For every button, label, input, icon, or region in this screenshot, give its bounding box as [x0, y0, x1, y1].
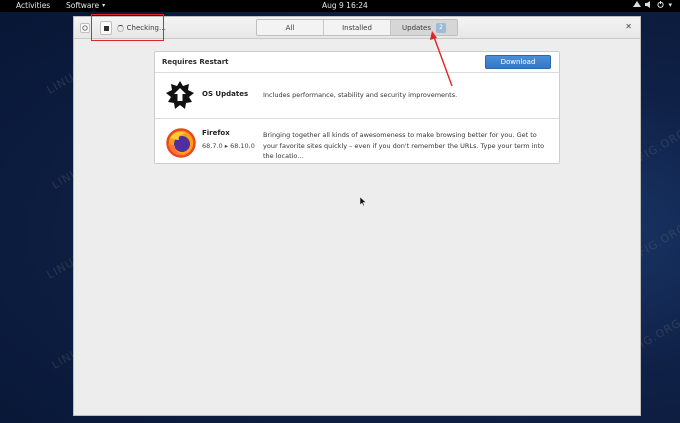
list-item[interactable]: OS Updates Includes performance, stabili… — [155, 74, 559, 119]
update-name: OS Updates — [202, 90, 249, 98]
tab-updates-label: Updates — [402, 23, 431, 32]
tab-installed[interactable]: Installed — [324, 20, 391, 35]
list-item[interactable]: Firefox 68.7.0 ▸ 68.10.0 Bringing togeth… — [155, 120, 559, 164]
update-name: Firefox — [202, 129, 230, 137]
tab-all-label: All — [285, 23, 295, 32]
app-menu-label: Software — [66, 1, 100, 10]
chevron-down-icon: ▾ — [102, 2, 106, 9]
activities-button[interactable]: Activities — [16, 1, 50, 10]
header-bar: Checking… All Installed Updates 2 ✕ — [74, 17, 640, 39]
tab-updates[interactable]: Updates 2 — [391, 20, 457, 35]
checking-status-label: Checking… — [126, 24, 166, 32]
spinner-icon — [117, 24, 124, 32]
mouse-cursor-icon — [360, 197, 367, 206]
refresh-icon — [82, 25, 88, 31]
clock[interactable]: Aug 9 16:24 — [322, 1, 368, 10]
power-icon — [657, 1, 665, 10]
update-description: Bringing together all kinds of awesomene… — [263, 131, 545, 160]
view-switcher: All Installed Updates 2 — [256, 19, 458, 36]
updates-card: Requires Restart Download OS Updates Inc… — [154, 51, 560, 164]
software-window: Checking… All Installed Updates 2 ✕ Requ… — [73, 16, 641, 416]
section-title: Requires Restart — [162, 58, 229, 66]
update-description: Includes performance, stability and secu… — [263, 91, 458, 99]
os-updates-icon — [166, 81, 194, 109]
refresh-button[interactable] — [80, 23, 90, 33]
app-menu[interactable]: Software ▾ — [66, 1, 105, 10]
updates-count-badge: 2 — [436, 22, 446, 33]
top-bar: Activities Software ▾ Aug 9 16:24 ▾ — [0, 0, 680, 12]
firefox-icon — [166, 128, 196, 158]
updates-section-header: Requires Restart Download — [155, 52, 559, 73]
chevron-down-icon: ▾ — [668, 1, 672, 9]
update-version: 68.7.0 ▸ 68.10.0 — [202, 142, 255, 150]
close-button[interactable]: ✕ — [625, 22, 632, 31]
tab-installed-label: Installed — [342, 23, 372, 32]
stop-icon — [103, 25, 109, 31]
system-status-area[interactable]: ▾ — [633, 1, 672, 10]
download-button[interactable]: Download — [485, 55, 551, 69]
close-icon: ✕ — [625, 22, 632, 31]
refresh-status: Checking… — [96, 19, 166, 37]
network-icon — [633, 1, 642, 10]
volume-icon — [645, 1, 653, 10]
tab-all[interactable]: All — [257, 20, 324, 35]
stop-button[interactable] — [100, 21, 113, 35]
